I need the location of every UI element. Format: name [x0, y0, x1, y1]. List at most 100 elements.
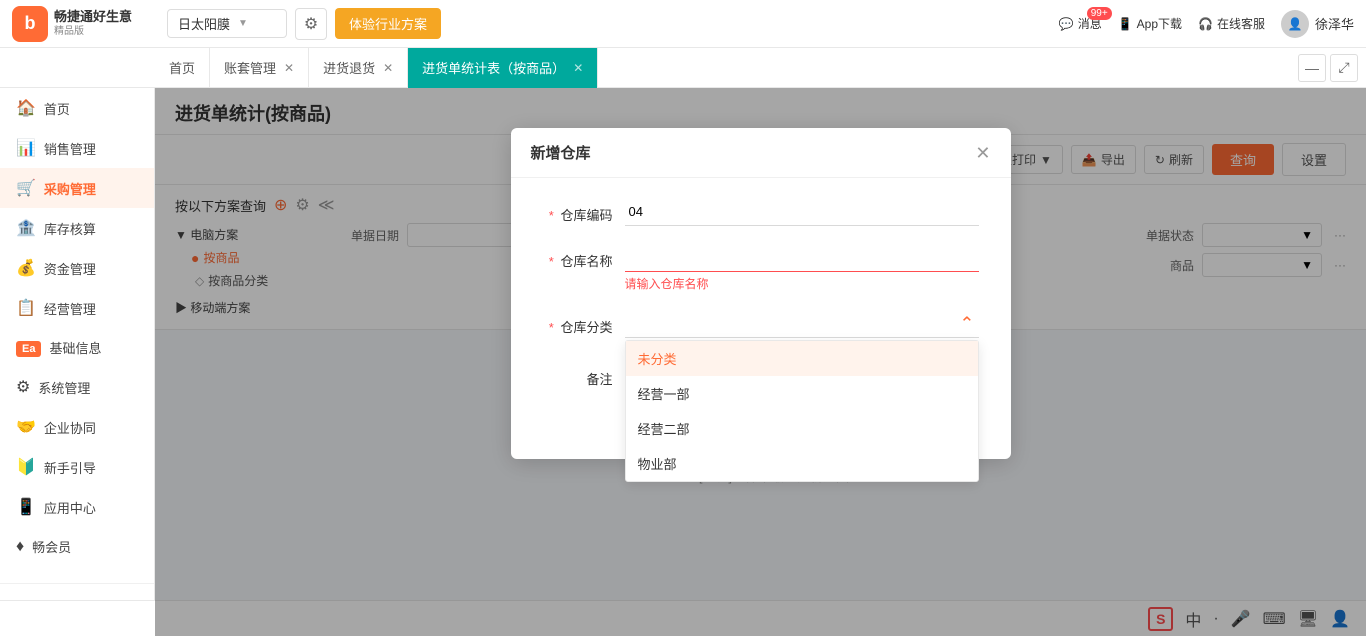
online-service-label: 在线客服: [1217, 15, 1265, 32]
sidebar-label-collab: 企业协同: [44, 418, 96, 437]
name-field-row: * 仓库名称: [543, 244, 979, 272]
sidebar-label-guide: 新手引导: [44, 458, 96, 477]
new-warehouse-dialog: 新增仓库 ✕ * 仓库编码: [511, 128, 1011, 459]
store-dropdown-arrow: ▼: [238, 18, 248, 29]
name-label: * 仓库名称: [543, 244, 613, 270]
sidebar-item-app[interactable]: 📱 应用中心: [0, 487, 154, 527]
sidebar-item-finance[interactable]: 💰 资金管理: [0, 248, 154, 288]
remark-label: 备注: [543, 362, 613, 388]
header-center: 日太阳膜 ▼ ⚙ 体验行业方案: [167, 8, 1059, 40]
system-icon: ⚙: [16, 377, 30, 397]
headset-icon: 🎧: [1198, 17, 1213, 31]
tab-purchase-stat-close[interactable]: ✕: [573, 61, 583, 75]
name-error-message: 请输入仓库名称: [625, 275, 979, 292]
dropdown-option-uncategorized[interactable]: 未分类: [626, 341, 978, 376]
code-label: * 仓库编码: [543, 198, 613, 224]
tab-account[interactable]: 账套管理 ✕: [210, 48, 309, 88]
category-field-row: * 仓库分类 ⌃ 未分类: [543, 310, 979, 338]
sidebar-label-system: 系统管理: [38, 378, 90, 397]
sidebar-item-inventory[interactable]: 🏦 库存核算: [0, 208, 154, 248]
dialog-body: * 仓库编码 * 仓库名称: [511, 178, 1011, 362]
content-area: 进货单统计(按商品) 🖨 按模板打印 ▼ 📤 导出 ↻ 刷新 查询 设置: [155, 88, 1366, 636]
logo-icon: b: [12, 6, 48, 42]
app-download-button[interactable]: 📱 App下载: [1118, 15, 1182, 32]
basic-icon: Ea: [16, 339, 41, 357]
category-label: * 仓库分类: [543, 310, 613, 336]
tab-home[interactable]: 首页: [155, 48, 210, 88]
dropdown-option-dept2[interactable]: 经营二部: [626, 411, 978, 446]
app-download-label: App下载: [1137, 15, 1182, 32]
sidebar: 🏠 首页 📊 销售管理 🛒 采购管理 🏦 库存核算 💰 资金管理 📋 经营管理 …: [0, 88, 155, 636]
code-input[interactable]: [625, 198, 979, 226]
dialog-close-button[interactable]: ✕: [975, 144, 990, 162]
code-field: * 仓库编码: [543, 198, 979, 226]
sidebar-label-app: 应用中心: [44, 498, 96, 517]
user-info[interactable]: 👤 徐泽华: [1281, 10, 1354, 38]
message-icon: 💬: [1059, 17, 1074, 31]
tab-expand-button[interactable]: ⤢: [1330, 54, 1358, 82]
category-field: * 仓库分类 ⌃ 未分类: [543, 310, 979, 338]
tab-bar: 首页 账套管理 ✕ 进货退货 ✕ 进货单统计表（按商品） ✕ — ⤢: [0, 48, 1366, 88]
sidebar-item-purchase[interactable]: 🛒 采购管理: [0, 168, 154, 208]
tab-home-label: 首页: [169, 58, 195, 77]
tab-purchase-stat-label: 进货单统计表（按商品）: [422, 58, 565, 77]
operation-icon: 📋: [16, 298, 36, 318]
sidebar-item-basic[interactable]: Ea 基础信息: [0, 328, 154, 367]
sidebar-item-guide[interactable]: 🔰 新手引导: [0, 447, 154, 487]
sidebar-label-purchase: 采购管理: [44, 179, 96, 198]
main-layout: 🏠 首页 📊 销售管理 🛒 采购管理 🏦 库存核算 💰 资金管理 📋 经营管理 …: [0, 88, 1366, 636]
tab-right-buttons: — ⤢: [1298, 54, 1366, 82]
sidebar-label-operation: 经营管理: [44, 299, 96, 318]
sidebar-label-home: 首页: [44, 99, 70, 118]
dropdown-option-dept1[interactable]: 经营一部: [626, 376, 978, 411]
category-dropdown-arrow[interactable]: ⌃: [959, 314, 974, 335]
try-industry-button[interactable]: 体验行业方案: [335, 8, 441, 39]
category-input[interactable]: [625, 310, 979, 338]
guide-icon: 🔰: [16, 457, 36, 477]
store-selector[interactable]: 日太阳膜 ▼: [167, 9, 287, 38]
message-button[interactable]: 💬 消息 99+: [1059, 15, 1102, 32]
sales-icon: 📊: [16, 138, 36, 158]
sidebar-item-home[interactable]: 🏠 首页: [0, 88, 154, 128]
tab-account-label: 账套管理: [224, 58, 276, 77]
online-service-button[interactable]: 🎧 在线客服: [1198, 15, 1265, 32]
sidebar-item-operation[interactable]: 📋 经营管理: [0, 288, 154, 328]
purchase-icon: 🛒: [16, 178, 36, 198]
logo-subtitle: 精品版: [54, 25, 132, 38]
logo-title: 畅捷通好生意: [54, 9, 132, 26]
store-name: 日太阳膜: [178, 14, 230, 33]
tab-purchase-return-close[interactable]: ✕: [383, 61, 393, 75]
home-icon: 🏠: [16, 98, 36, 118]
ea-badge: Ea: [16, 341, 41, 357]
message-badge: 99+: [1087, 7, 1112, 20]
sidebar-label-finance: 资金管理: [44, 259, 96, 278]
sidebar-label-member: 畅会员: [32, 537, 71, 556]
sidebar-label-basic: 基础信息: [49, 338, 101, 357]
modal-overlay: 新增仓库 ✕ * 仓库编码: [155, 88, 1366, 636]
inventory-icon: 🏦: [16, 218, 36, 238]
sidebar-item-collab[interactable]: 🤝 企业协同: [0, 407, 154, 447]
tab-minimize-button[interactable]: —: [1298, 54, 1326, 82]
name-input[interactable]: [625, 244, 979, 272]
tab-purchase-return-label: 进货退货: [323, 58, 375, 77]
tab-purchase-stat[interactable]: 进货单统计表（按商品） ✕: [408, 48, 598, 88]
tab-account-close[interactable]: ✕: [284, 61, 294, 75]
category-select-wrapper: ⌃ 未分类 经营一部: [625, 310, 979, 338]
sidebar-item-system[interactable]: ⚙ 系统管理: [0, 367, 154, 407]
header-right: 💬 消息 99+ 📱 App下载 🎧 在线客服 👤 徐泽华: [1059, 10, 1354, 38]
sidebar-item-member[interactable]: ♦ 畅会员: [0, 527, 154, 566]
category-dropdown: 未分类 经营一部 经营二部 物业部: [625, 340, 979, 482]
logo-area: b 畅捷通好生意 精品版: [12, 6, 167, 42]
tab-purchase-return[interactable]: 进货退货 ✕: [309, 48, 408, 88]
code-field-row: * 仓库编码: [543, 198, 979, 226]
top-header: b 畅捷通好生意 精品版 日太阳膜 ▼ ⚙ 体验行业方案 💬 消息 99+ 📱 …: [0, 0, 1366, 48]
dialog-title: 新增仓库: [531, 142, 591, 163]
sidebar-label-inventory: 库存核算: [44, 219, 96, 238]
username: 徐泽华: [1315, 14, 1354, 33]
dropdown-option-property[interactable]: 物业部: [626, 446, 978, 481]
phone-icon: 📱: [1118, 17, 1133, 31]
sidebar-item-sales[interactable]: 📊 销售管理: [0, 128, 154, 168]
settings-button[interactable]: ⚙: [295, 8, 327, 40]
app-icon: 📱: [16, 497, 36, 517]
avatar: 👤: [1281, 10, 1309, 38]
